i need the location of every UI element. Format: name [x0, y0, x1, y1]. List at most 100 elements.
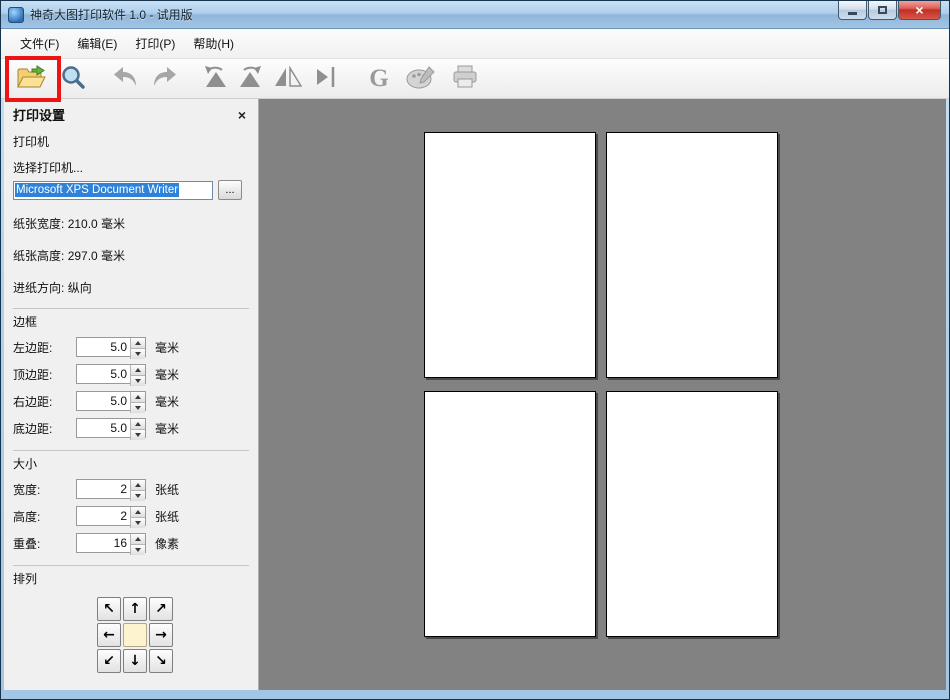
spin-up-button[interactable] [130, 534, 145, 544]
maximize-icon [878, 6, 887, 14]
top-margin-label: 顶边距: [13, 367, 53, 382]
letter-g-icon: G [369, 64, 389, 92]
flip-vertical-icon [313, 66, 339, 91]
arrange-up-button[interactable]: ↑ [123, 597, 147, 621]
menu-file[interactable]: 文件(F) [11, 30, 68, 57]
spin-down-button[interactable] [130, 348, 145, 359]
color-palette-button[interactable] [399, 62, 443, 96]
overlap-value: 16 [113, 536, 127, 550]
spin-down-button[interactable] [130, 402, 145, 413]
app-icon [8, 6, 24, 23]
menu-help[interactable]: 帮助(H) [184, 30, 243, 57]
spin-down-button[interactable] [130, 544, 145, 555]
spin-up-button[interactable] [130, 338, 145, 348]
page-3 [424, 391, 596, 637]
overlap-spinner[interactable]: 16 [76, 533, 146, 555]
arrange-left-button[interactable]: ← [97, 623, 121, 647]
bottom-margin-value: 5.0 [110, 421, 127, 435]
undo-button[interactable] [107, 62, 145, 96]
height-value: 2 [120, 509, 127, 523]
paper-height-value: 297.0 毫米 [67, 249, 126, 263]
arrange-down-left-button[interactable]: ↙ [97, 649, 121, 673]
print-button[interactable] [443, 62, 487, 96]
arrange-up-left-button[interactable]: ↖ [97, 597, 121, 621]
top-margin-row: 顶边距: 5.0 毫米 [13, 364, 249, 386]
width-value: 2 [120, 482, 127, 496]
spin-up-button[interactable] [130, 480, 145, 490]
printer-icon [451, 64, 479, 93]
right-margin-row: 右边距: 5.0 毫米 [13, 391, 249, 413]
left-margin-label: 左边距: [13, 340, 53, 355]
arrange-up-right-button[interactable]: ↗ [149, 597, 173, 621]
right-margin-value: 5.0 [110, 394, 127, 408]
right-margin-unit: 毫米 [155, 394, 180, 409]
arrange-center-cell[interactable] [123, 623, 147, 647]
app-window: 神奇大图打印软件 1.0 - 试用版 × 文件(F) 编辑(E) 打印(P) 帮… [0, 0, 950, 700]
printer-name-input[interactable]: Microsoft XPS Document Writer [13, 180, 213, 200]
arrange-down-button[interactable]: ↓ [123, 649, 147, 673]
menu-print[interactable]: 打印(P) [126, 30, 184, 57]
width-label: 宽度: [13, 482, 41, 497]
flip-horizontal-icon [274, 65, 303, 91]
separator [13, 308, 249, 309]
open-file-button[interactable] [9, 62, 53, 96]
arrange-down-right-button[interactable]: ↘ [149, 649, 173, 673]
bottom-margin-spinner[interactable]: 5.0 [76, 418, 146, 440]
arrange-right-button[interactable]: → [149, 623, 173, 647]
toolbar: G [1, 56, 949, 102]
rotate-right-icon [238, 65, 264, 92]
page-4 [606, 391, 778, 637]
left-margin-spinner[interactable]: 5.0 [76, 337, 146, 359]
panel-close-button[interactable]: × [235, 107, 249, 123]
spin-down-button[interactable] [130, 490, 145, 501]
spin-up-button[interactable] [130, 392, 145, 402]
spin-up-button[interactable] [130, 365, 145, 375]
close-button[interactable]: × [898, 1, 941, 20]
rotate-left-button[interactable] [197, 62, 233, 96]
minimize-icon [848, 12, 857, 15]
printer-section-label: 打印机 [13, 135, 50, 149]
rotate-right-button[interactable] [233, 62, 269, 96]
spin-up-button[interactable] [130, 419, 145, 429]
width-spinner[interactable]: 2 [76, 479, 146, 501]
paper-height-label: 纸张高度: [13, 249, 65, 263]
top-margin-unit: 毫米 [155, 367, 180, 382]
spin-down-button[interactable] [130, 429, 145, 440]
height-spinner[interactable]: 2 [76, 506, 146, 528]
maximize-button[interactable] [868, 1, 897, 20]
printer-name-value: Microsoft XPS Document Writer [15, 183, 180, 197]
window-controls: × [837, 1, 941, 20]
window-title: 神奇大图打印软件 1.0 - 试用版 [30, 8, 193, 22]
feed-direction-label: 进纸方向: [13, 281, 65, 295]
overlap-row: 重叠: 16 像素 [13, 533, 249, 555]
bottom-margin-label: 底边距: [13, 421, 53, 436]
zoom-button[interactable] [53, 62, 93, 96]
height-label: 高度: [13, 509, 41, 524]
margins-section-title: 边框 [13, 315, 38, 329]
right-margin-spinner[interactable]: 5.0 [76, 391, 146, 413]
height-unit: 张纸 [155, 509, 180, 524]
minimize-button[interactable] [838, 1, 867, 20]
redo-button[interactable] [145, 62, 183, 96]
top-margin-spinner[interactable]: 5.0 [76, 364, 146, 386]
paper-width-row: 纸张宽度: 210.0 毫米 [13, 215, 249, 232]
redo-icon [151, 66, 177, 91]
magnifier-icon [60, 64, 86, 93]
grayscale-button[interactable]: G [359, 62, 399, 96]
bottom-margin-row: 底边距: 5.0 毫米 [13, 418, 249, 440]
flip-horizontal-button[interactable] [269, 62, 307, 96]
spin-down-button[interactable] [130, 517, 145, 528]
flip-vertical-button[interactable] [307, 62, 345, 96]
page-2 [606, 132, 778, 378]
bottom-margin-unit: 毫米 [155, 421, 180, 436]
title-bar[interactable]: 神奇大图打印软件 1.0 - 试用版 × [1, 1, 949, 29]
preview-area [259, 99, 946, 690]
spin-down-button[interactable] [130, 375, 145, 386]
menu-edit[interactable]: 编辑(E) [68, 30, 126, 57]
spin-up-button[interactable] [130, 507, 145, 517]
width-unit: 张纸 [155, 482, 180, 497]
size-section-title: 大小 [13, 457, 38, 471]
print-settings-panel: 打印设置 × 打印机 选择打印机... Microsoft XPS Docume… [4, 99, 259, 690]
browse-printer-button[interactable]: ... [218, 180, 242, 200]
select-printer-label: 选择打印机... [13, 161, 84, 175]
